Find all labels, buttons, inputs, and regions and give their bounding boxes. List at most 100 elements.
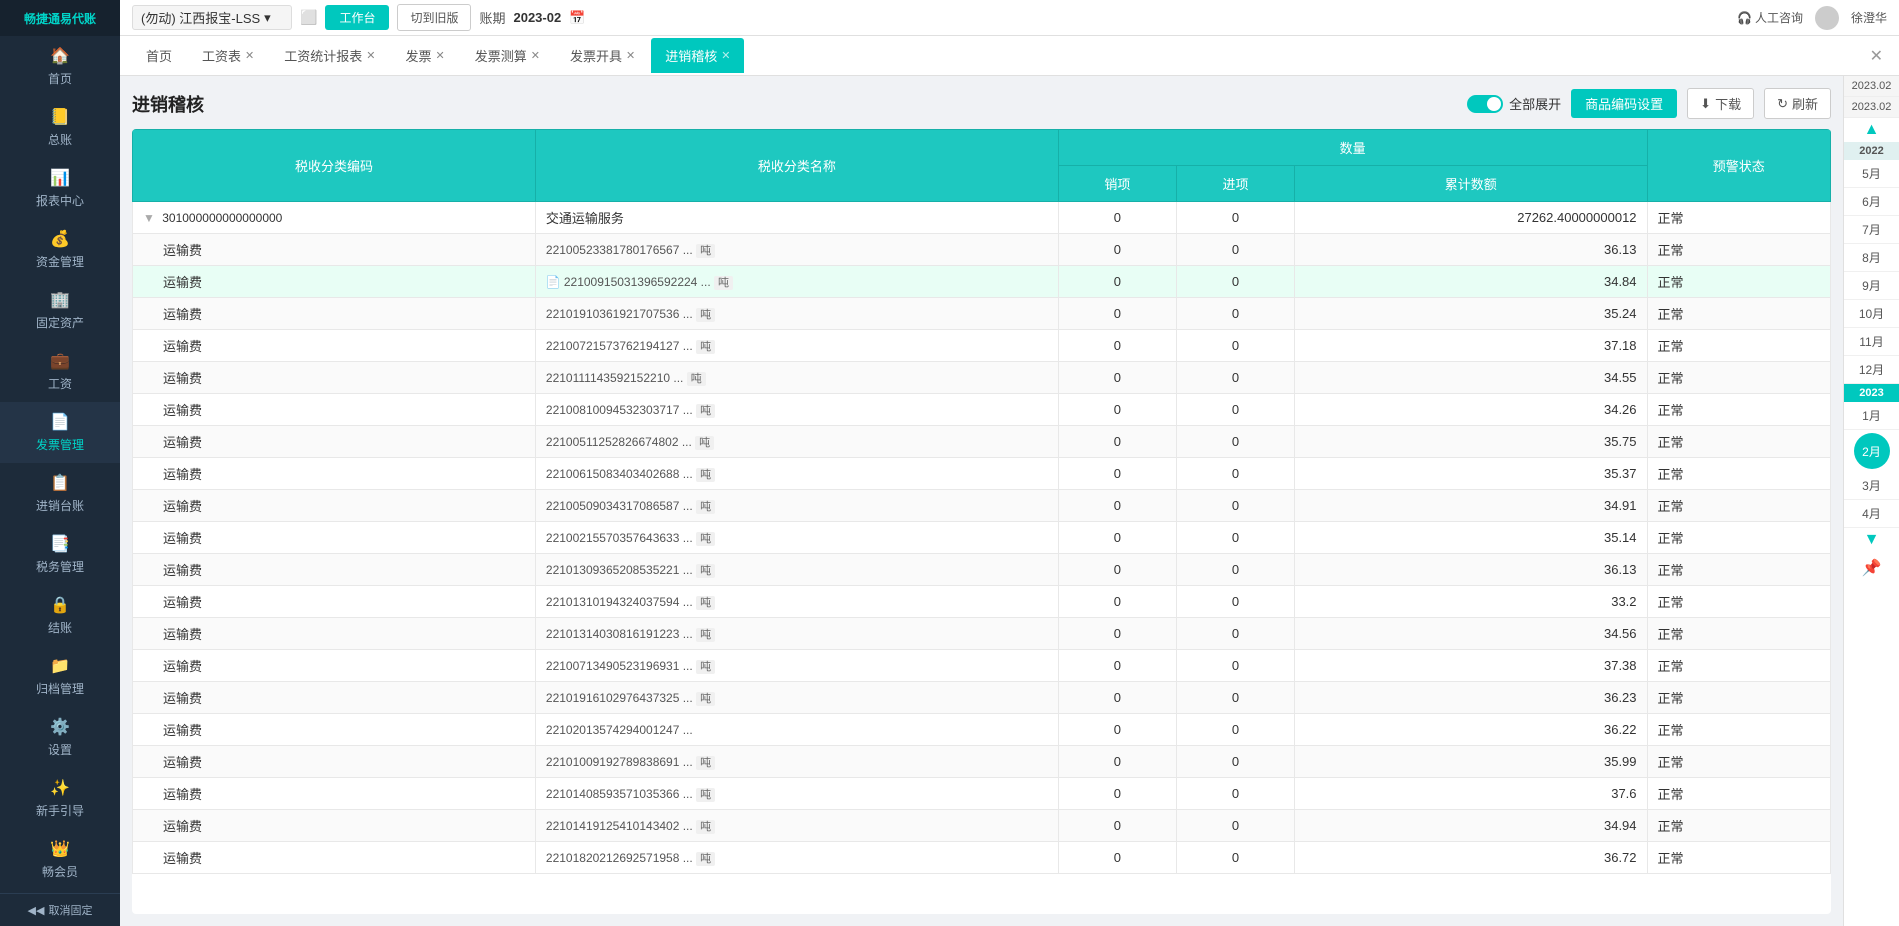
- product-code-settings-button[interactable]: 商品编码设置: [1571, 89, 1677, 118]
- workbench-button[interactable]: 工作台: [325, 5, 389, 30]
- tab-payroll[interactable]: 工资表 ✕: [188, 38, 268, 73]
- td-sales: 0: [1058, 554, 1176, 586]
- month-12[interactable]: 12月: [1844, 356, 1899, 384]
- unit-tag: 吨: [696, 404, 715, 418]
- sidebar-label-archive: 归档管理: [36, 680, 84, 697]
- tab-invoice-issue[interactable]: 发票开具 ✕: [556, 38, 649, 73]
- sidebar-item-tax[interactable]: 📑 税务管理: [0, 524, 120, 585]
- sidebar-item-settings[interactable]: ⚙️ 设置: [0, 707, 120, 768]
- pin-button[interactable]: 📌: [1844, 552, 1899, 584]
- td-purchase: 0: [1176, 458, 1294, 490]
- unit-tag: 吨: [714, 276, 733, 290]
- td-sub-code: 2210182021269257195​8 ... 吨: [535, 842, 1058, 874]
- month-8[interactable]: 8月: [1844, 244, 1899, 272]
- td-name: 运输费: [133, 330, 536, 362]
- sidebar-item-ledger[interactable]: 📒 总账: [0, 97, 120, 158]
- td-cumulative: 36.23: [1295, 682, 1648, 714]
- right-panel-nav-down: ▼: [1844, 528, 1899, 552]
- month-3[interactable]: 3月: [1844, 472, 1899, 500]
- sidebar-label-member: 畅会员: [42, 863, 78, 880]
- right-panel: 2023.02 2023.02 ▲ 2022 5月 6月 7月 8月 9月 10…: [1843, 76, 1899, 926]
- download-button[interactable]: ⬇ 下载: [1687, 88, 1754, 119]
- nav-down-arrow[interactable]: ▼: [1864, 532, 1880, 548]
- sidebar-item-funds[interactable]: 💰 资金管理: [0, 219, 120, 280]
- invoice-icon: 📄: [50, 412, 70, 432]
- unpin-button[interactable]: ◀◀ 取消固定: [0, 893, 120, 926]
- month-5[interactable]: 5月: [1844, 160, 1899, 188]
- td-sales: 0: [1058, 650, 1176, 682]
- td-name: 运输费: [133, 842, 536, 874]
- archive-icon: 📁: [50, 656, 70, 676]
- month-11[interactable]: 11月: [1844, 328, 1899, 356]
- unit-tag: 吨: [696, 820, 715, 834]
- tab-invoice-close[interactable]: ✕: [436, 49, 445, 62]
- close-all-tabs-button[interactable]: ✕: [1866, 46, 1887, 66]
- topbar-right: 🎧 人工咨询 徐澄华: [1737, 6, 1887, 30]
- sidebar-item-close[interactable]: 🔒 结账: [0, 585, 120, 646]
- assets-icon: 🏢: [50, 290, 70, 310]
- sidebar-item-purchase-sales[interactable]: 📋 进销台账: [0, 463, 120, 524]
- unit-tag: 吨: [696, 308, 715, 322]
- td-status: 正常: [1647, 298, 1830, 330]
- tab-invoice[interactable]: 发票 ✕: [391, 38, 458, 73]
- support-label: 人工咨询: [1755, 9, 1803, 26]
- td-sales: 0: [1058, 586, 1176, 618]
- month-9[interactable]: 9月: [1844, 272, 1899, 300]
- table-row: 运输费 2210140859357103536​6 ... 吨 0 0 37.6…: [133, 778, 1831, 810]
- td-sales: 0: [1058, 522, 1176, 554]
- td-purchase: 0: [1176, 426, 1294, 458]
- sidebar-item-salary[interactable]: 💼 工资: [0, 341, 120, 402]
- td-sub-code: 2210131403081619122​3 ... 吨: [535, 618, 1058, 650]
- expand-toggle[interactable]: [1467, 95, 1503, 113]
- month-10[interactable]: 10月: [1844, 300, 1899, 328]
- support-button[interactable]: 🎧 人工咨询: [1737, 9, 1803, 26]
- td-purchase: 0: [1176, 554, 1294, 586]
- unit-tag: 吨: [687, 372, 706, 386]
- month-2-active[interactable]: 2月: [1854, 433, 1890, 469]
- td-cumulative: 36.13: [1295, 234, 1648, 266]
- sidebar-item-assets[interactable]: 🏢 固定资产: [0, 280, 120, 341]
- td-cumulative: 36.22: [1295, 714, 1648, 746]
- topbar: (勿动) 江西报宝-LSS ▾ ⬜ 工作台 切到旧版 账期 2023-02 📅 …: [120, 0, 1899, 36]
- tab-invoice-calc[interactable]: 发票测算 ✕: [461, 38, 554, 73]
- td-purchase: 0: [1176, 362, 1294, 394]
- td-purchase: 0: [1176, 234, 1294, 266]
- sidebar-item-invoice[interactable]: 📄 发票管理: [0, 402, 120, 463]
- sidebar-item-guide[interactable]: ✨ 新手引导: [0, 768, 120, 829]
- tab-purchase-sales-check-close[interactable]: ✕: [721, 49, 730, 62]
- tab-payroll-close[interactable]: ✕: [245, 49, 254, 62]
- table-row: 运输费 2210081009453230371​7 ... 吨 0 0 34.2…: [133, 394, 1831, 426]
- td-sub-code: 2210051125282667480​2 ... 吨: [535, 426, 1058, 458]
- refresh-button[interactable]: ↻ 刷新: [1764, 88, 1831, 119]
- th-status: 预警状态: [1647, 130, 1830, 202]
- file-icon: 📄: [546, 275, 561, 289]
- tab-home-label: 首页: [146, 46, 172, 65]
- td-status: 正常: [1647, 586, 1830, 618]
- calendar-icon[interactable]: 📅: [569, 10, 585, 26]
- tab-invoice-issue-close[interactable]: ✕: [626, 49, 635, 62]
- tab-payroll-report-close[interactable]: ✕: [366, 49, 375, 62]
- username: 徐澄华: [1851, 9, 1887, 26]
- table-row: 运输费 2210141912541014340​2 ... 吨 0 0 34.9…: [133, 810, 1831, 842]
- nav-up-arrow[interactable]: ▲: [1864, 122, 1880, 138]
- switch-version-button[interactable]: 切到旧版: [397, 4, 471, 31]
- month-4[interactable]: 4月: [1844, 500, 1899, 528]
- td-status: 正常: [1647, 746, 1830, 778]
- tab-purchase-sales-check[interactable]: 进销稽核 ✕: [651, 38, 744, 73]
- month-1[interactable]: 1月: [1844, 402, 1899, 430]
- sidebar-item-archive[interactable]: 📁 归档管理: [0, 646, 120, 707]
- right-panel-date1: 2023.02: [1844, 76, 1899, 97]
- tab-home[interactable]: 首页: [132, 38, 186, 73]
- expand-icon[interactable]: ▼: [143, 211, 155, 225]
- tab-invoice-calc-close[interactable]: ✕: [531, 49, 540, 62]
- copy-icon[interactable]: ⬜: [300, 9, 317, 26]
- company-selector[interactable]: (勿动) 江西报宝-LSS ▾: [132, 5, 292, 30]
- unit-tag: 吨: [696, 660, 715, 674]
- sidebar-item-reports[interactable]: 📊 报表中心: [0, 158, 120, 219]
- month-7[interactable]: 7月: [1844, 216, 1899, 244]
- month-6[interactable]: 6月: [1844, 188, 1899, 216]
- tab-payroll-report[interactable]: 工资统计报表 ✕: [270, 38, 389, 73]
- sidebar-item-home[interactable]: 🏠 首页: [0, 36, 120, 97]
- td-purchase: 0: [1176, 586, 1294, 618]
- sidebar-item-member[interactable]: 👑 畅会员: [0, 829, 120, 890]
